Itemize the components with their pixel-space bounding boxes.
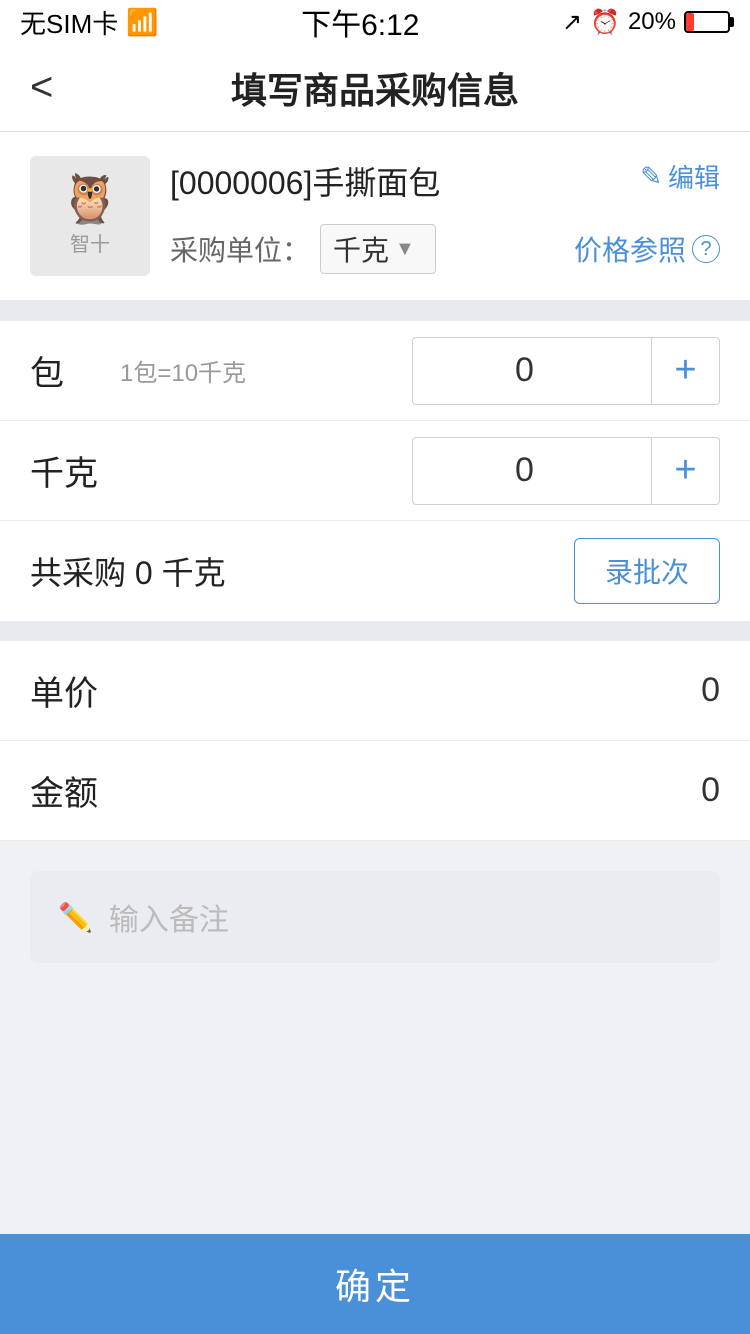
status-bar-time: 下午6:12 — [301, 0, 419, 44]
status-bar-left: 无SIM卡 📶 — [20, 4, 159, 41]
amount-label: 金额 — [30, 766, 98, 815]
unit-price-label: 单价 — [30, 666, 98, 715]
kg-input-row: 千克 + — [0, 421, 750, 521]
unit-label: 采购单位： — [170, 229, 310, 269]
price-ref-label: 价格参照 — [574, 229, 686, 269]
bag-input-row: 包 1包=10千克 + — [0, 321, 750, 421]
location-icon: ↗ — [562, 8, 582, 37]
price-section: 单价 0 金额 0 — [0, 641, 750, 841]
edit-label: 编辑 — [668, 158, 720, 195]
bag-input[interactable] — [412, 337, 652, 405]
notes-section: ✏️ 输入备注 — [0, 841, 750, 1181]
nav-bar: < 填写商品采购信息 — [0, 44, 750, 132]
amount-value: 0 — [701, 771, 720, 810]
product-unit-row: 采购单位： 千克 ▼ 价格参照 ? — [170, 224, 720, 274]
wifi-icon: 📶 — [126, 7, 158, 38]
edit-button[interactable]: ✎ 编辑 — [640, 158, 720, 195]
price-ref-button[interactable]: 价格参照 ? — [574, 229, 720, 269]
status-bar-right: ↗ ⏰ 20% — [562, 8, 730, 37]
product-name: [0000006]手撕面包 — [170, 158, 440, 204]
notes-input-area[interactable]: ✏️ 输入备注 — [30, 871, 720, 963]
back-button[interactable]: < — [30, 55, 73, 120]
product-owl-icon: 🦉 — [60, 176, 120, 224]
product-info: [0000006]手撕面包 ✎ 编辑 采购单位： 千克 ▼ 价格参照 ? — [170, 158, 720, 274]
kg-input-group: + — [412, 437, 720, 505]
product-image: 🦉 智十 — [30, 156, 150, 276]
divider-1 — [0, 301, 750, 321]
edit-icon: ✎ — [640, 161, 662, 192]
alarm-icon: ⏰ — [590, 8, 620, 37]
unit-selector-group: 采购单位： 千克 ▼ — [170, 224, 436, 274]
help-icon: ? — [692, 235, 720, 263]
unit-select[interactable]: 千克 ▼ — [320, 224, 436, 274]
bag-sublabel: 1包=10千克 — [120, 353, 246, 388]
unit-price-row: 单价 0 — [0, 641, 750, 741]
summary-prefix: 共采购 — [30, 555, 126, 591]
confirm-button[interactable]: 确定 — [0, 1234, 750, 1334]
unit-value: 千克 — [333, 229, 389, 269]
summary-unit: 千克 — [162, 555, 226, 591]
product-header: [0000006]手撕面包 ✎ 编辑 — [170, 158, 720, 204]
summary-quantity: 0 — [135, 555, 153, 591]
input-section: 包 1包=10千克 + 千克 + 共采购 0 千克 录批次 — [0, 321, 750, 621]
bag-label: 包 — [30, 346, 110, 395]
divider-2 — [0, 621, 750, 641]
batch-button[interactable]: 录批次 — [574, 538, 720, 604]
product-card: 🦉 智十 [0000006]手撕面包 ✎ 编辑 采购单位： 千克 ▼ 价格参照 … — [0, 132, 750, 301]
summary-row: 共采购 0 千克 录批次 — [0, 521, 750, 621]
bag-input-group: + — [412, 337, 720, 405]
amount-row: 金额 0 — [0, 741, 750, 841]
carrier-text: 无SIM卡 — [20, 4, 118, 41]
battery-icon — [684, 11, 730, 33]
summary-text: 共采购 0 千克 — [30, 548, 226, 594]
battery-text: 20% — [628, 8, 676, 36]
bag-plus-button[interactable]: + — [652, 337, 720, 405]
status-bar: 无SIM卡 📶 下午6:12 ↗ ⏰ 20% — [0, 0, 750, 44]
product-owl-text: 智十 — [70, 228, 110, 257]
pencil-icon: ✏️ — [58, 901, 93, 934]
kg-input[interactable] — [412, 437, 652, 505]
chevron-down-icon: ▼ — [395, 238, 415, 261]
kg-plus-button[interactable]: + — [652, 437, 720, 505]
page-title: 填写商品采购信息 — [231, 62, 519, 114]
notes-placeholder: 输入备注 — [109, 895, 229, 939]
unit-price-value: 0 — [701, 671, 720, 710]
kg-label: 千克 — [30, 446, 110, 495]
